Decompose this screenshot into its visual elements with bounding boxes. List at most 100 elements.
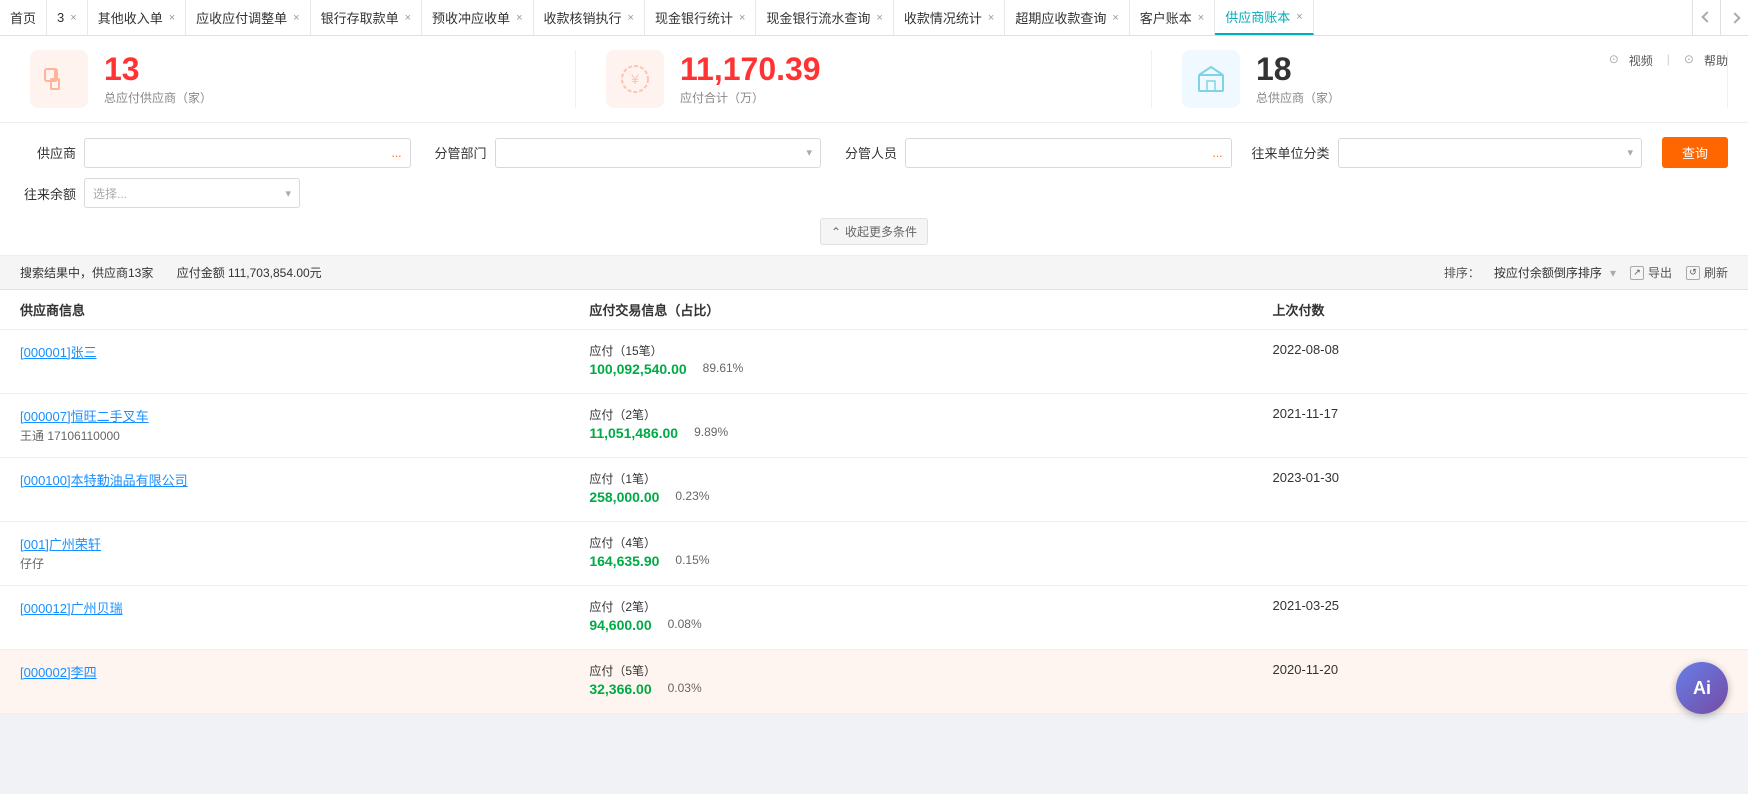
dept-filter-label: 分管部门: [431, 143, 487, 162]
supplier-input[interactable]: ...: [84, 138, 411, 168]
close-icon[interactable]: ×: [1296, 11, 1302, 23]
tx-percent-4: 0.08%: [668, 617, 702, 631]
table-area: 供应商信息 应付交易信息（占比） 上次付数 [000001]张三 应付（15笔）…: [0, 290, 1748, 714]
close-icon[interactable]: ×: [516, 12, 522, 24]
supplier-link-0[interactable]: [000001]张三: [20, 345, 97, 360]
supplier-cell-2: [000100]本特勤油品有限公司: [20, 470, 589, 489]
filter-balance: 往来余额 选择... ▾: [20, 178, 320, 208]
nav-collection-stats[interactable]: 收款情况统计 ×: [894, 0, 1005, 35]
chevron-up-icon: ⌃: [831, 225, 841, 239]
supplier-icon: [30, 50, 88, 108]
close-icon[interactable]: ×: [739, 12, 745, 24]
nav-home-label: 首页: [10, 8, 36, 27]
collapse-button[interactable]: ⌃ 收起更多条件: [820, 218, 928, 245]
nav-prepay[interactable]: 预收冲应收单 ×: [422, 0, 533, 35]
nav-bank[interactable]: 银行存取款单 ×: [311, 0, 422, 35]
tx-amount-link-0[interactable]: 100,092,540.00: [589, 361, 686, 377]
tx-percent-2: 0.23%: [675, 489, 709, 503]
video-link[interactable]: 视频: [1629, 52, 1653, 69]
tx-amount-link-1[interactable]: 11,051,486.00: [589, 425, 678, 441]
category-select[interactable]: ▾: [1338, 138, 1642, 168]
tx-label-2: 应付（1笔）: [589, 470, 1272, 487]
results-actions: 排序： 按应付余额倒序排序 ▾ ↗ 导出 ↺ 刷新: [1444, 264, 1728, 281]
dept-select[interactable]: ▾: [495, 138, 822, 168]
tx-amount-link-4[interactable]: 94,600.00: [589, 617, 651, 633]
nav-cash-stats[interactable]: 现金银行统计 ×: [645, 0, 756, 35]
supplier-cell-5: [000002]李四: [20, 662, 589, 681]
summary-card-payable-suppliers: 13 总应付供应商（家）: [20, 50, 576, 108]
nav-other-income[interactable]: 其他收入单 ×: [88, 0, 186, 35]
help-link[interactable]: 帮助: [1704, 52, 1728, 69]
refresh-button[interactable]: ↺ 刷新: [1686, 264, 1728, 281]
transaction-cell-3: 应付（4笔） 164,635.90 0.15%: [589, 534, 1272, 569]
sort-label: 排序：: [1444, 264, 1480, 281]
tx-amount-link-5[interactable]: 32,366.00: [589, 681, 651, 697]
supplier-link-1[interactable]: [000007]恒旺二手叉车: [20, 409, 149, 424]
chevron-right-icon: [1729, 12, 1740, 23]
export-label: 导出: [1648, 264, 1672, 281]
amount-icon: ¥: [606, 50, 664, 108]
close-icon[interactable]: ×: [628, 12, 634, 24]
total-suppliers-label: 总供应商（家）: [1256, 89, 1340, 106]
ai-button[interactable]: Ai: [1676, 662, 1728, 714]
table-row: [000002]李四 应付（5笔） 32,366.00 0.03% 2020-1…: [0, 650, 1748, 714]
nav-scroll-right[interactable]: [1720, 0, 1748, 36]
payable-suppliers-number: 13: [104, 53, 212, 85]
export-button[interactable]: ↗ 导出: [1630, 264, 1672, 281]
table-body: [000001]张三 应付（15笔） 100,092,540.00 89.61%…: [0, 330, 1748, 714]
close-icon[interactable]: ×: [405, 12, 411, 24]
nav-adjust[interactable]: 应收应付调整单 ×: [186, 0, 310, 35]
search-button[interactable]: 查询: [1662, 137, 1728, 168]
filter-person: 分管人员 ...: [841, 138, 1252, 168]
tx-label-1: 应付（2笔）: [589, 406, 1272, 423]
table-row: [001]广州荣轩 仔仔 应付（4笔） 164,635.90 0.15%: [0, 522, 1748, 586]
transaction-cell-2: 应付（1笔） 258,000.00 0.23%: [589, 470, 1272, 505]
nav-customer-ledger[interactable]: 客户账本 ×: [1130, 0, 1215, 35]
person-input[interactable]: ...: [905, 138, 1232, 168]
supplier-cell-4: [000012]广州贝瑞: [20, 598, 589, 617]
nav-overdue[interactable]: 超期应收款查询 ×: [1005, 0, 1129, 35]
close-icon[interactable]: ×: [293, 12, 299, 24]
results-text2: 应付金额 111,703,854.00元: [177, 266, 322, 280]
nav-cash-flow[interactable]: 现金银行流水查询 ×: [756, 0, 893, 35]
supplier-link-4[interactable]: [000012]广州贝瑞: [20, 601, 123, 616]
tx-amount-link-2[interactable]: 258,000.00: [589, 489, 659, 505]
transaction-cell-1: 应付（2笔） 11,051,486.00 9.89%: [589, 406, 1272, 441]
nav-customer-ledger-label: 客户账本: [1140, 8, 1192, 27]
help-links: ⊙ 视频 | ⊙ 帮助: [1609, 52, 1728, 69]
last-pay-cell-0: 2022-08-08: [1273, 342, 1728, 357]
filter-area: 供应商 ... 分管部门 ▾ 分管人员 ... 往来单位分类 ▾ 查询: [0, 123, 1748, 256]
close-icon[interactable]: ×: [1112, 12, 1118, 24]
close-icon[interactable]: ×: [70, 12, 76, 24]
nav-collection[interactable]: 收款核销执行 ×: [534, 0, 645, 35]
nav-supplier-ledger[interactable]: 供应商账本 ×: [1215, 0, 1313, 35]
close-icon[interactable]: ×: [169, 12, 175, 24]
filter-row-1: 供应商 ... 分管部门 ▾ 分管人员 ... 往来单位分类 ▾ 查询: [20, 137, 1728, 168]
tx-percent-1: 9.89%: [694, 425, 728, 439]
table-row: [000100]本特勤油品有限公司 应付（1笔） 258,000.00 0.23…: [0, 458, 1748, 522]
payable-suppliers-info: 13 总应付供应商（家）: [104, 53, 212, 106]
tx-label-4: 应付（2笔）: [589, 598, 1272, 615]
balance-select[interactable]: 选择... ▾: [84, 178, 300, 208]
close-icon[interactable]: ×: [876, 12, 882, 24]
balance-placeholder: 选择...: [93, 185, 127, 202]
supplier-link-2[interactable]: [000100]本特勤油品有限公司: [20, 473, 188, 488]
tx-percent-3: 0.15%: [675, 553, 709, 567]
supplier-filter-label: 供应商: [20, 143, 76, 162]
sort-select[interactable]: 按应付余额倒序排序 ▾: [1494, 264, 1616, 281]
transaction-cell-0: 应付（15笔） 100,092,540.00 89.61%: [589, 342, 1272, 377]
person-filter-label: 分管人员: [841, 143, 897, 162]
chevron-down-icon: ▾: [806, 146, 812, 159]
tx-amount-link-3[interactable]: 164,635.90: [589, 553, 659, 569]
close-icon[interactable]: ×: [988, 12, 994, 24]
supplier-link-3[interactable]: [001]广州荣轩: [20, 537, 101, 552]
supplier-link-5[interactable]: [000002]李四: [20, 665, 97, 680]
supplier-sub-3: 仔仔: [20, 555, 589, 572]
payable-total-info: 11,170.39 应付合计（万）: [680, 53, 821, 106]
close-icon[interactable]: ×: [1198, 12, 1204, 24]
nav-tab-3[interactable]: 3 ×: [47, 0, 88, 35]
table-row: [000007]恒旺二手叉车 王通 17106110000 应付（2笔） 11,…: [0, 394, 1748, 458]
nav-home[interactable]: 首页: [0, 0, 47, 35]
nav-scroll-left[interactable]: [1692, 0, 1720, 36]
chevron-down-icon2: ▾: [1627, 146, 1633, 159]
